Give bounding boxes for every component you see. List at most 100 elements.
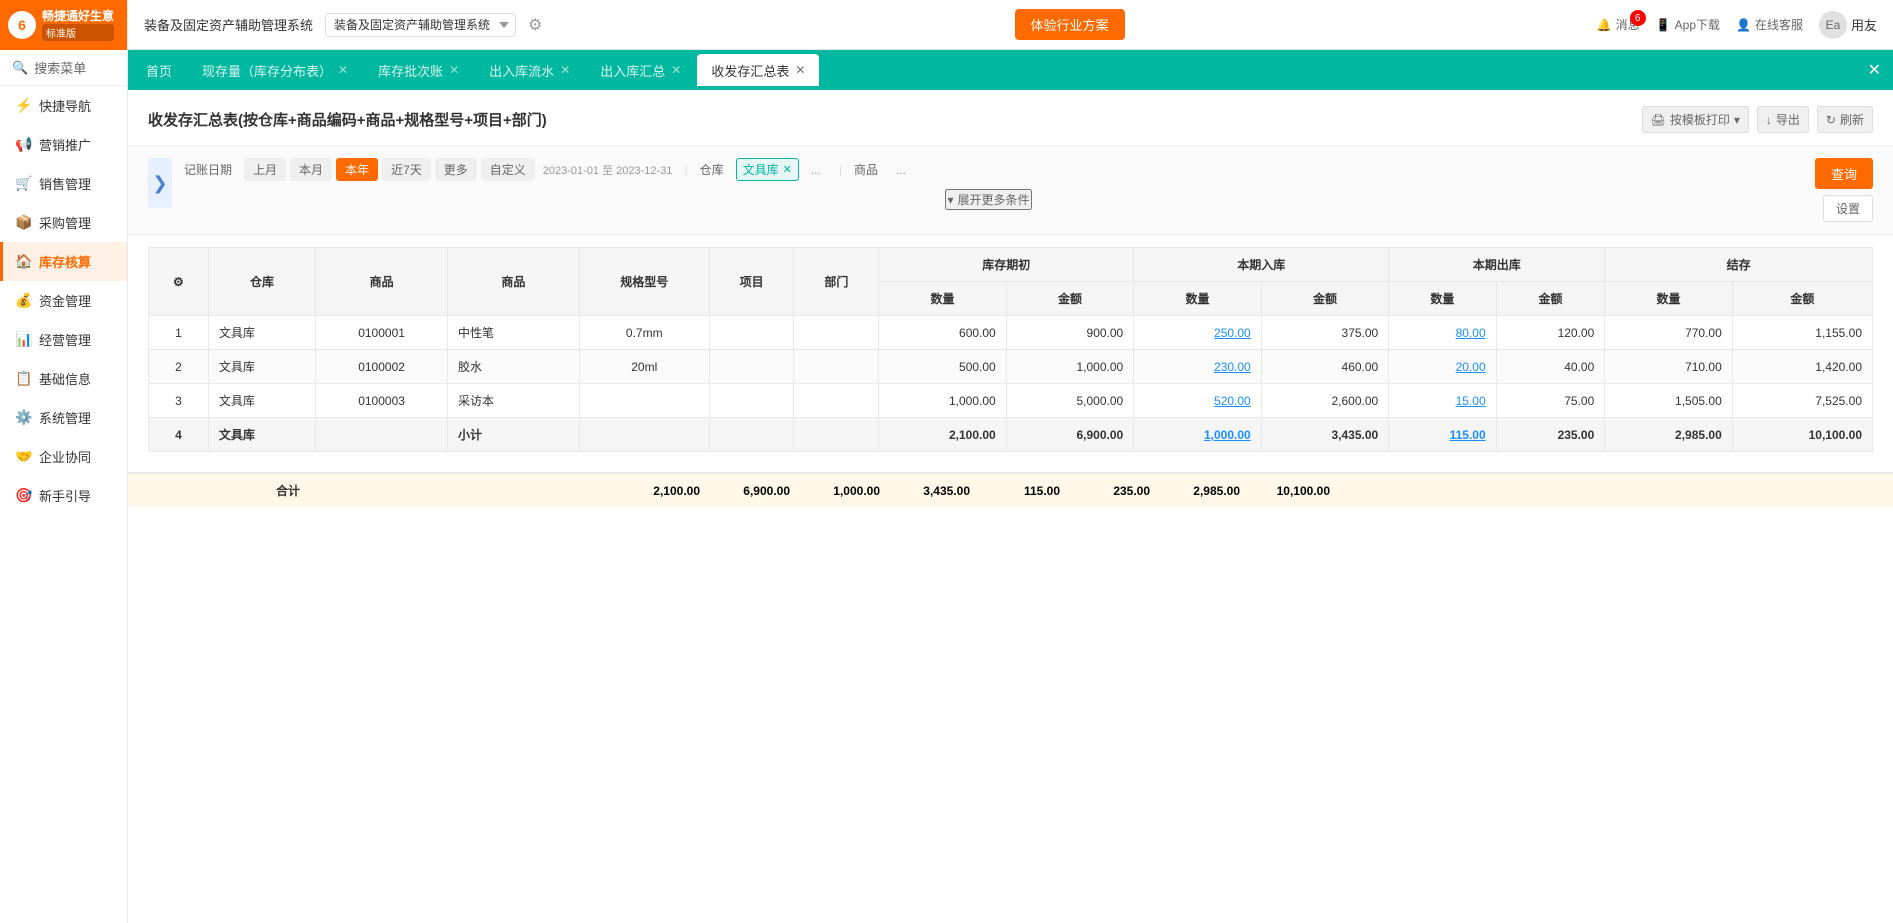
sidebar-item-purchase[interactable]: 📦 采购管理: [0, 203, 127, 242]
row2-no: 2: [149, 350, 209, 384]
trial-button[interactable]: 体验行业方案: [1015, 9, 1125, 40]
notification-item[interactable]: 🔔 消息 6: [1597, 16, 1640, 33]
date-custom[interactable]: 自定义: [481, 158, 535, 181]
page-title: 收发存汇总表(按仓库+商品编码+商品+规格型号+项目+部门): [148, 109, 547, 130]
tab-io-summary-close[interactable]: ✕: [671, 63, 681, 77]
sidebar-item-quick-nav[interactable]: ⚡ 快捷导航: [0, 86, 127, 125]
row1-open-amt: 900.00: [1006, 316, 1134, 350]
sidebar-item-inventory[interactable]: 🏠 库存核算: [0, 242, 127, 281]
col-opening-header: 库存期初: [879, 248, 1134, 282]
tab-stock-summary[interactable]: 收发存汇总表 ✕: [697, 54, 819, 86]
online-service-item[interactable]: 👤 在线客服: [1736, 16, 1803, 33]
row1-goods-name: 中性笔: [447, 316, 579, 350]
row1-close-amt: 1,155.00: [1732, 316, 1872, 350]
logo-badge: 标准版: [42, 24, 114, 41]
row2-warehouse: 文具库: [208, 350, 315, 384]
sidebar-logo: 6 畅捷通好生意 标准版: [0, 0, 127, 50]
row2-in-qty[interactable]: 230.00: [1134, 350, 1262, 384]
notification-badge: 6: [1630, 10, 1646, 26]
tab-stock-summary-close[interactable]: ✕: [795, 63, 805, 77]
subtotal-code: [316, 418, 448, 452]
setting-button[interactable]: 设置: [1823, 195, 1873, 222]
row3-out-qty[interactable]: 15.00: [1389, 384, 1496, 418]
tab-io-flow-close[interactable]: ✕: [560, 63, 570, 77]
row1-out-amt: 120.00: [1496, 316, 1605, 350]
sidebar-system-label: 系统管理: [39, 408, 91, 427]
sidebar-purchase-label: 采购管理: [39, 213, 91, 232]
row3-in-qty[interactable]: 520.00: [1134, 384, 1262, 418]
sidebar-item-sales[interactable]: 🛒 销售管理: [0, 164, 127, 203]
sidebar-item-guide[interactable]: 🎯 新手引导: [0, 476, 127, 515]
export-button[interactable]: ↓ 导出: [1757, 106, 1809, 133]
bell-icon: 🔔: [1597, 18, 1612, 32]
row1-out-qty[interactable]: 80.00: [1389, 316, 1496, 350]
expand-more-filters-button[interactable]: ▾ 展开更多条件: [945, 189, 1031, 210]
row1-open-qty: 600.00: [879, 316, 1007, 350]
warehouse-tag-text: 文具库: [743, 161, 779, 178]
print-button[interactable]: 🖨 按模板打印 ▾: [1642, 106, 1749, 133]
system-select[interactable]: 装备及固定资产辅助管理系统: [325, 13, 516, 37]
goods-more-btn[interactable]: ...: [890, 163, 912, 177]
system-name: 装备及固定资产辅助管理系统: [144, 15, 313, 34]
warehouse-tag: 文具库 ✕: [736, 158, 799, 181]
gear-icon[interactable]: ⚙: [528, 15, 542, 35]
sidebar-item-system[interactable]: ⚙️ 系统管理: [0, 398, 127, 437]
col-close-amt-header: 金额: [1732, 282, 1872, 316]
date-more[interactable]: 更多: [435, 158, 477, 181]
col-goods-name-header: 商品: [447, 248, 579, 316]
filter-expand-row: ▾ 展开更多条件: [184, 181, 1793, 218]
row3-close-amt: 7,525.00: [1732, 384, 1872, 418]
subtotal-in-qty[interactable]: 1,000.00: [1134, 418, 1262, 452]
tab-inventory-dist-close[interactable]: ✕: [338, 63, 348, 77]
tab-batch-ledger-label: 库存批次账: [378, 61, 443, 80]
close-all-tabs-button[interactable]: ✕: [1860, 60, 1889, 80]
date-filter-label: 记账日期: [184, 161, 232, 178]
filter-section: ❯ 记账日期 上月 本月 本年 近7天 更多 自定义 2023-01-01 至 …: [128, 146, 1893, 235]
inventory-icon: 🏠: [15, 253, 31, 270]
date-this-year[interactable]: 本年: [336, 158, 378, 181]
filter-collapse-button[interactable]: ❯: [148, 158, 172, 208]
total-open-amt: 6,900.00: [710, 484, 800, 498]
filter-main: 记账日期 上月 本月 本年 近7天 更多 自定义 2023-01-01 至 20…: [184, 158, 1793, 218]
date-last-month[interactable]: 上月: [244, 158, 286, 181]
col-goods-code-header: 商品: [316, 248, 448, 316]
row3-in-amt: 2,600.00: [1261, 384, 1389, 418]
subtotal-out-qty[interactable]: 115.00: [1389, 418, 1496, 452]
sidebar-item-marketing[interactable]: 📢 营销推广: [0, 125, 127, 164]
warehouse-tag-close[interactable]: ✕: [783, 163, 792, 176]
query-button[interactable]: 查询: [1815, 158, 1873, 189]
refresh-button[interactable]: ↻ 刷新: [1817, 106, 1873, 133]
tab-io-summary[interactable]: 出入库汇总 ✕: [586, 54, 695, 86]
app-download-item[interactable]: 📱 App下载: [1656, 16, 1720, 33]
date-this-month[interactable]: 本月: [290, 158, 332, 181]
table-row: 2 文具库 0100002 胶水 20ml 500.00 1,000.00 23…: [149, 350, 1873, 384]
row2-goods-spec: 20ml: [579, 350, 709, 384]
warehouse-more-btn[interactable]: ...: [805, 163, 827, 177]
row2-goods-code: 0100002: [316, 350, 448, 384]
sidebar-item-enterprise[interactable]: 🤝 企业协同: [0, 437, 127, 476]
search-menu-item[interactable]: 🔍 搜索菜单: [0, 50, 127, 86]
row1-in-qty[interactable]: 250.00: [1134, 316, 1262, 350]
tab-io-flow[interactable]: 出入库流水 ✕: [475, 54, 584, 86]
search-menu-label: 搜索菜单: [34, 58, 86, 77]
tab-inventory-dist[interactable]: 现存量（库存分布表） ✕: [188, 54, 362, 86]
row3-goods-code: 0100003: [316, 384, 448, 418]
sidebar-item-operations[interactable]: 📊 经营管理: [0, 320, 127, 359]
sidebar-item-finance[interactable]: 💰 资金管理: [0, 281, 127, 320]
tab-batch-ledger-close[interactable]: ✕: [449, 63, 459, 77]
sidebar-basic-label: 基础信息: [39, 369, 91, 388]
table-row: 3 文具库 0100003 采访本 1,000.00 5,000.00 520.…: [149, 384, 1873, 418]
tab-home[interactable]: 首页: [132, 54, 186, 86]
col-settings-header[interactable]: ⚙: [149, 248, 209, 316]
col-department-header: 部门: [794, 248, 879, 316]
row2-out-qty[interactable]: 20.00: [1389, 350, 1496, 384]
online-service-label: 在线客服: [1755, 16, 1803, 33]
sidebar-item-basic[interactable]: 📋 基础信息: [0, 359, 127, 398]
row1-close-qty: 770.00: [1605, 316, 1733, 350]
date-last-7[interactable]: 近7天: [382, 158, 431, 181]
sidebar-sales-label: 销售管理: [39, 174, 91, 193]
user-item[interactable]: Ea 用友: [1819, 11, 1877, 39]
row3-warehouse: 文具库: [208, 384, 315, 418]
page-header: 收发存汇总表(按仓库+商品编码+商品+规格型号+项目+部门) 🖨 按模板打印 ▾…: [128, 90, 1893, 146]
tab-batch-ledger[interactable]: 库存批次账 ✕: [364, 54, 473, 86]
